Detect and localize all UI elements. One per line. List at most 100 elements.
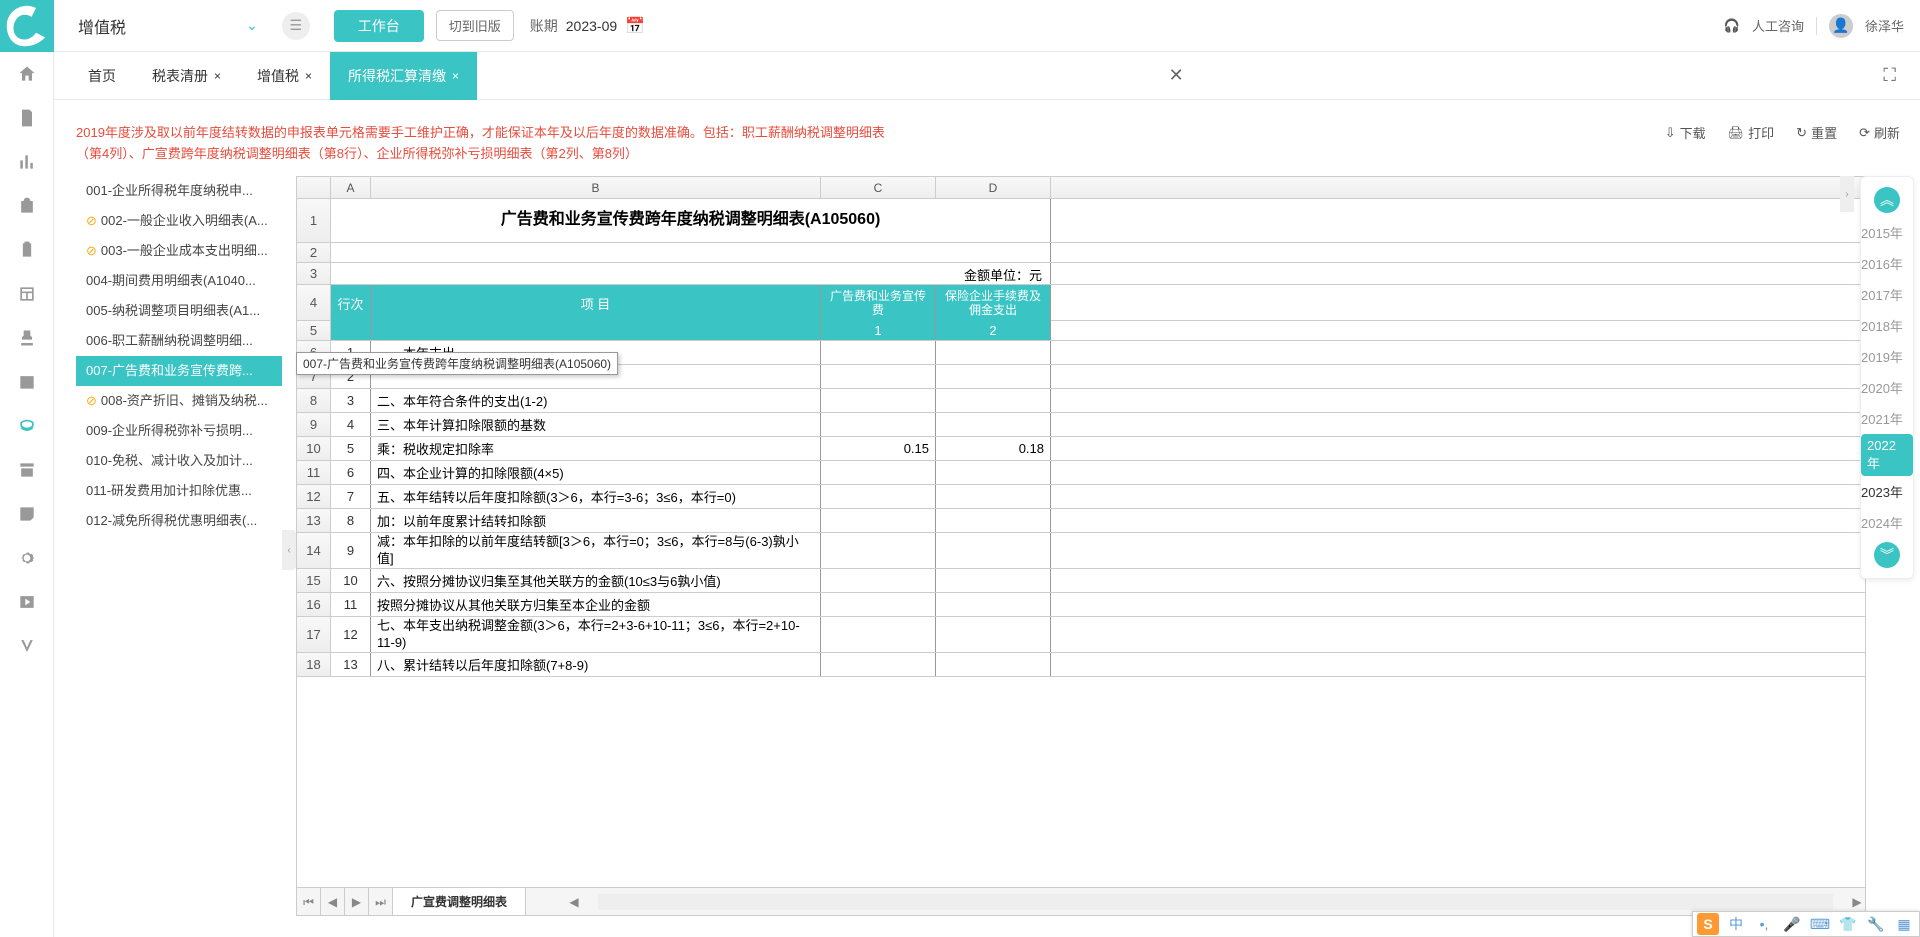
collapse-handle[interactable]: ‹ xyxy=(282,530,296,570)
value-cell-d[interactable] xyxy=(936,461,1051,484)
value-cell-c[interactable] xyxy=(821,461,936,484)
close-icon[interactable]: × xyxy=(214,69,221,83)
value-cell-c[interactable]: 0.15 xyxy=(821,437,936,460)
seq-cell[interactable]: 11 xyxy=(331,593,371,616)
nav-stamp-icon[interactable] xyxy=(0,316,54,360)
ime-skin-icon[interactable]: 👕 xyxy=(1837,913,1859,935)
row-header[interactable]: 1 xyxy=(297,199,331,242)
sheet-tab[interactable]: 广宣费调整明细表 xyxy=(393,888,526,915)
item-cell[interactable]: 减：本年扣除的以前年度结转额[3＞6，本行=0；3≤6，本行=8与(6-3)孰小… xyxy=(371,533,821,568)
ime-tool-icon[interactable]: 🔧 xyxy=(1865,913,1887,935)
value-cell-c[interactable] xyxy=(821,509,936,532)
value-cell-d[interactable] xyxy=(936,509,1051,532)
value-cell-d[interactable] xyxy=(936,413,1051,436)
row-header[interactable]: 16 xyxy=(297,593,331,616)
sheet-nav-last[interactable]: ⏭ xyxy=(369,888,393,915)
seq-cell[interactable]: 10 xyxy=(331,569,371,592)
col-header-b[interactable]: B xyxy=(371,177,821,198)
value-cell-c[interactable] xyxy=(821,485,936,508)
value-cell-d[interactable] xyxy=(936,389,1051,412)
title-dropdown-icon[interactable]: ⌄ xyxy=(246,17,258,34)
col-header-a[interactable]: A xyxy=(331,177,371,198)
nav-archive-icon[interactable] xyxy=(0,448,54,492)
hscroll-left[interactable]: ◀ xyxy=(566,895,582,909)
tab-close-all-icon[interactable]: ✕ xyxy=(1169,65,1184,86)
year-item[interactable]: 2023年 xyxy=(1861,476,1913,507)
value-cell-c[interactable] xyxy=(821,569,936,592)
ime-keyboard-icon[interactable]: ⌨ xyxy=(1809,913,1831,935)
year-item[interactable]: 2017年 xyxy=(1861,279,1913,310)
row-header[interactable]: 3 xyxy=(297,263,331,284)
form-list-item[interactable]: 006-职工薪酬纳税调整明细... xyxy=(76,326,282,356)
seq-cell[interactable]: 5 xyxy=(331,437,371,460)
row-header[interactable]: 8 xyxy=(297,389,331,412)
form-list-item[interactable]: 007-广告费和业务宣传费跨... xyxy=(76,356,282,386)
expand-panel-icon[interactable]: › xyxy=(1840,176,1854,212)
year-up-icon[interactable]: ︽ xyxy=(1874,187,1900,213)
row-header[interactable]: 17 xyxy=(297,617,331,652)
form-list-item[interactable]: ⊘008-资产折旧、摊销及纳税... xyxy=(76,386,282,416)
seq-cell[interactable]: 6 xyxy=(331,461,371,484)
item-cell[interactable]: 五、本年结转以后年度扣除额(3＞6，本行=3-6；3≤6，本行=0) xyxy=(371,485,821,508)
seq-cell[interactable]: 12 xyxy=(331,617,371,652)
seq-cell[interactable]: 7 xyxy=(331,485,371,508)
form-list-item[interactable]: ⊘003-一般企业成本支出明细... xyxy=(76,236,282,266)
nav-video-icon[interactable] xyxy=(0,580,54,624)
user-avatar-icon[interactable]: 👤 xyxy=(1829,14,1853,38)
item-cell[interactable]: 二、本年符合条件的支出(1-2) xyxy=(371,389,821,412)
hscroll-right[interactable]: ▶ xyxy=(1849,895,1865,909)
value-cell-d[interactable] xyxy=(936,533,1051,568)
row-header[interactable]: 12 xyxy=(297,485,331,508)
nav-calendar-icon[interactable] xyxy=(0,360,54,404)
reset-button[interactable]: ↻重置 xyxy=(1796,123,1837,142)
col-header-c[interactable]: C xyxy=(821,177,936,198)
form-list-item[interactable]: 011-研发费用加计扣除优惠... xyxy=(76,476,282,506)
year-item[interactable]: 2022年 xyxy=(1861,434,1913,476)
switch-old-button[interactable]: 切到旧版 xyxy=(436,10,514,41)
ime-logo-icon[interactable]: S xyxy=(1697,913,1719,935)
value-cell-c[interactable] xyxy=(821,413,936,436)
ime-bar[interactable]: S 中 •, 🎤 ⌨ 👕 🔧 ▦ xyxy=(1692,911,1920,937)
form-list-item[interactable]: 012-减免所得税优惠明细表(... xyxy=(76,506,282,536)
item-cell[interactable]: 加：以前年度累计结转扣除额 xyxy=(371,509,821,532)
sheet-nav-next[interactable]: ▶ xyxy=(345,888,369,915)
item-cell[interactable]: 乘：税收规定扣除率 xyxy=(371,437,821,460)
row-header[interactable]: 4 xyxy=(297,285,331,320)
form-list-item[interactable]: 010-免税、减计收入及加计... xyxy=(76,446,282,476)
row-header[interactable]: 11 xyxy=(297,461,331,484)
year-item[interactable]: 2024年 xyxy=(1861,507,1913,538)
form-list-item[interactable]: 004-期间费用明细表(A1040... xyxy=(76,266,282,296)
col-header-d[interactable]: D xyxy=(936,177,1051,198)
tab-tax-list[interactable]: 税表清册× xyxy=(134,52,239,100)
value-cell-d[interactable] xyxy=(936,593,1051,616)
value-cell-d[interactable] xyxy=(936,617,1051,652)
row-header[interactable]: 18 xyxy=(297,653,331,676)
year-item[interactable]: 2021年 xyxy=(1861,403,1913,434)
ime-lang[interactable]: 中 xyxy=(1725,913,1747,935)
row-header[interactable]: 5 xyxy=(297,321,331,340)
nav-v-icon[interactable] xyxy=(0,624,54,668)
value-cell-c[interactable] xyxy=(821,365,936,388)
year-item[interactable]: 2019年 xyxy=(1861,341,1913,372)
item-cell[interactable]: 七、本年支出纳税调整金额(3＞6，本行=2+3-6+10-11；3≤6，本行=2… xyxy=(371,617,821,652)
value-cell-c[interactable] xyxy=(821,533,936,568)
nav-doc-icon[interactable] xyxy=(0,96,54,140)
form-list-item[interactable]: 001-企业所得税年度纳税申... xyxy=(76,176,282,206)
tab-income-tax[interactable]: 所得税汇算清缴× xyxy=(330,52,477,100)
nav-inbox-icon[interactable] xyxy=(0,492,54,536)
value-cell-c[interactable] xyxy=(821,617,936,652)
sheet-nav-first[interactable]: ⏮ xyxy=(297,888,321,915)
row-header[interactable]: 10 xyxy=(297,437,331,460)
refresh-button[interactable]: ⟳刷新 xyxy=(1859,123,1900,142)
seq-cell[interactable]: 9 xyxy=(331,533,371,568)
username[interactable]: 徐泽华 xyxy=(1865,16,1904,35)
nav-chart-icon[interactable] xyxy=(0,140,54,184)
value-cell-d[interactable] xyxy=(936,653,1051,676)
nav-clipboard-icon[interactable] xyxy=(0,228,54,272)
nav-home-icon[interactable] xyxy=(0,52,54,96)
close-icon[interactable]: × xyxy=(452,69,459,83)
close-icon[interactable]: × xyxy=(305,69,312,83)
ime-menu-icon[interactable]: ▦ xyxy=(1893,913,1915,935)
value-cell-d[interactable] xyxy=(936,341,1051,364)
tab-expand-icon[interactable]: ⛶ xyxy=(1883,65,1896,86)
